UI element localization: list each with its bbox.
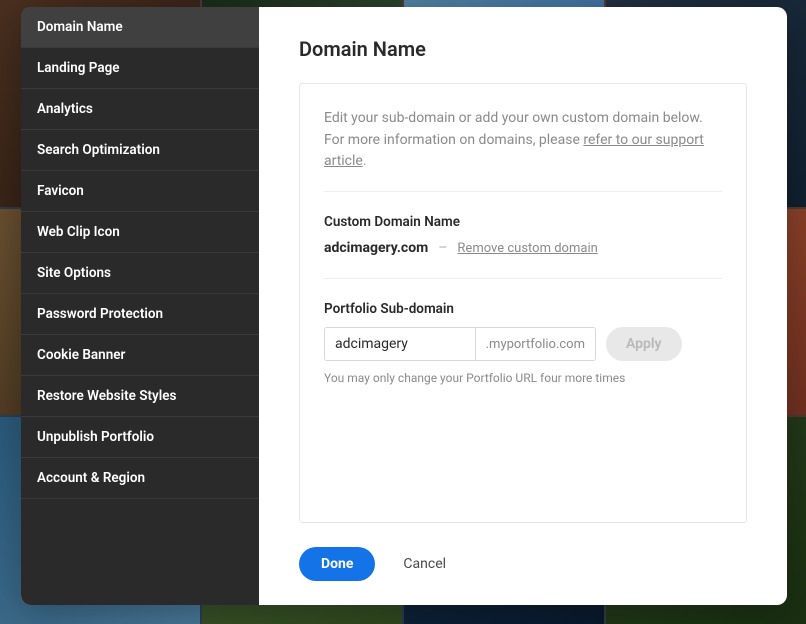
sidebar-item-search-optimization[interactable]: Search Optimization xyxy=(21,130,259,171)
sidebar-item-landing-page[interactable]: Landing Page xyxy=(21,48,259,89)
intro-suffix: . xyxy=(363,153,367,169)
sidebar-item-label: Restore Website Styles xyxy=(37,388,176,404)
sidebar-item-label: Domain Name xyxy=(37,19,123,35)
subdomain-input-group: .myportfolio.com xyxy=(324,327,596,361)
custom-domain-value: adcimagery.com xyxy=(324,240,428,256)
subdomain-hint: You may only change your Portfolio URL f… xyxy=(324,371,722,385)
sidebar-item-analytics[interactable]: Analytics xyxy=(21,89,259,130)
subdomain-label: Portfolio Sub-domain xyxy=(324,301,722,317)
sidebar-item-label: Landing Page xyxy=(37,60,120,76)
sidebar-item-label: Account & Region xyxy=(37,470,145,486)
subdomain-section: Portfolio Sub-domain .myportfolio.com Ap… xyxy=(324,279,722,385)
sidebar-item-label: Search Optimization xyxy=(37,142,160,158)
sidebar-item-label: Site Options xyxy=(37,265,111,281)
sidebar-item-label: Password Protection xyxy=(37,306,163,322)
modal-footer: Done Cancel xyxy=(299,523,747,581)
content-pane: Domain Name Edit your sub-domain or add … xyxy=(259,7,787,605)
sidebar-item-label: Analytics xyxy=(37,101,93,117)
custom-domain-section: Custom Domain Name adcimagery.com – Remo… xyxy=(324,192,722,279)
settings-panel: Edit your sub-domain or add your own cus… xyxy=(299,83,747,523)
subdomain-row: .myportfolio.com Apply xyxy=(324,327,722,361)
cancel-button[interactable]: Cancel xyxy=(403,556,446,572)
subdomain-input[interactable] xyxy=(325,328,475,360)
apply-button[interactable]: Apply xyxy=(606,327,682,361)
sidebar-item-account-region[interactable]: Account & Region xyxy=(21,458,259,499)
sidebar-item-label: Favicon xyxy=(37,183,84,199)
page-title: Domain Name xyxy=(299,37,747,61)
intro-text: Edit your sub-domain or add your own cus… xyxy=(324,108,722,192)
sidebar-item-unpublish-portfolio[interactable]: Unpublish Portfolio xyxy=(21,417,259,458)
sidebar-item-password-protection[interactable]: Password Protection xyxy=(21,294,259,335)
sidebar-item-restore-website-styles[interactable]: Restore Website Styles xyxy=(21,376,259,417)
remove-custom-domain-link[interactable]: Remove custom domain xyxy=(457,241,597,256)
settings-modal: Domain Name Landing Page Analytics Searc… xyxy=(21,7,787,605)
sidebar-item-domain-name[interactable]: Domain Name xyxy=(21,7,259,48)
settings-sidebar: Domain Name Landing Page Analytics Searc… xyxy=(21,7,259,605)
sidebar-item-cookie-banner[interactable]: Cookie Banner xyxy=(21,335,259,376)
sidebar-item-label: Unpublish Portfolio xyxy=(37,429,154,445)
sidebar-item-favicon[interactable]: Favicon xyxy=(21,171,259,212)
separator-dash: – xyxy=(438,240,447,256)
custom-domain-label: Custom Domain Name xyxy=(324,214,722,230)
subdomain-suffix: .myportfolio.com xyxy=(475,328,595,360)
sidebar-item-site-options[interactable]: Site Options xyxy=(21,253,259,294)
sidebar-item-web-clip-icon[interactable]: Web Clip Icon xyxy=(21,212,259,253)
sidebar-item-label: Cookie Banner xyxy=(37,347,125,363)
done-button[interactable]: Done xyxy=(299,547,375,581)
sidebar-item-label: Web Clip Icon xyxy=(37,224,120,240)
custom-domain-row: adcimagery.com – Remove custom domain xyxy=(324,240,722,279)
